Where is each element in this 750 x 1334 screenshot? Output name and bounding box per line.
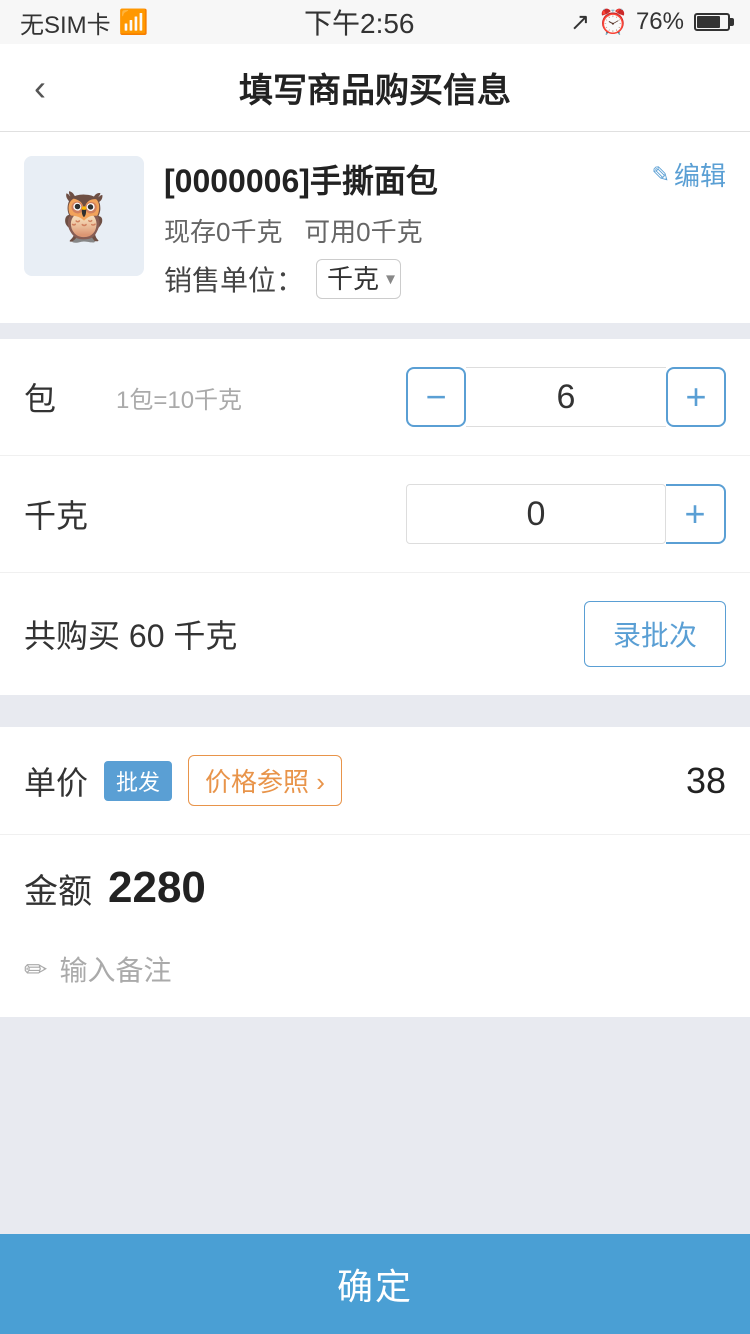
product-name: [0000006]手撕面包 [164, 156, 726, 202]
unit-select[interactable]: 千克 [316, 259, 401, 299]
carrier-label: 无SIM卡 [20, 5, 111, 40]
kg-input[interactable] [406, 484, 666, 544]
kg-label: 千克 [24, 491, 104, 537]
edit-link[interactable]: ✎ 编辑 [652, 156, 726, 193]
product-unit-row: 销售单位： 千克 [164, 259, 726, 299]
alarm-icon: ⏰ [598, 8, 628, 37]
package-input[interactable] [466, 367, 666, 427]
remark-placeholder: 输入备注 [59, 949, 171, 989]
price-label: 单价 [24, 758, 88, 804]
page-title: 填写商品购买信息 [239, 63, 511, 112]
stock-current: 现存0千克 [164, 217, 282, 247]
product-image: 🦉 [24, 156, 144, 276]
package-decrement-button[interactable]: − [406, 367, 466, 427]
product-section: 🦉 [0000006]手撕面包 现存0千克 可用0千克 销售单位： 千克 ✎ 编… [0, 132, 750, 323]
kg-stepper: + [406, 484, 726, 544]
amount-row: 金额 2280 [24, 863, 726, 913]
price-value: 38 [686, 760, 726, 802]
edit-icon: ✎ [652, 162, 670, 188]
package-row: 包 1包=10千克 − + [0, 339, 750, 456]
kg-row: 千克 + [0, 456, 750, 573]
price-row: 单价 批发 价格参照 › 38 [24, 755, 726, 806]
remark-pencil-icon: ✏ [24, 953, 47, 986]
status-time: 下午2:56 [304, 2, 415, 42]
price-tag: 批发 [104, 761, 172, 801]
wifi-icon: 📶 [119, 8, 149, 37]
batch-button[interactable]: 录批次 [584, 601, 726, 667]
unit-label: 销售单位： [164, 259, 304, 299]
unit-select-wrapper[interactable]: 千克 [316, 259, 401, 299]
location-icon: ↗ [570, 8, 590, 37]
battery-icon [694, 13, 730, 31]
kg-increment-button[interactable]: + [666, 484, 726, 544]
price-section: 单价 批发 价格参照 › 38 [0, 727, 750, 835]
divider-1 [0, 323, 750, 339]
status-left: 无SIM卡 📶 [20, 5, 149, 40]
package-increment-button[interactable]: + [666, 367, 726, 427]
product-info: [0000006]手撕面包 现存0千克 可用0千克 销售单位： 千克 [164, 156, 726, 299]
edit-label: 编辑 [674, 156, 726, 193]
nav-bar: ‹ 填写商品购买信息 [0, 44, 750, 132]
remark-row[interactable]: ✏ 输入备注 [24, 933, 726, 1017]
status-bar: 无SIM卡 📶 下午2:56 ↗ ⏰ 76% [0, 0, 750, 44]
status-right: ↗ ⏰ 76% [570, 8, 730, 37]
product-stock: 现存0千克 可用0千克 [164, 212, 726, 249]
package-stepper: − + [406, 367, 726, 427]
total-label: 共购买 60 千克 [24, 611, 584, 657]
package-sublabel: 1包=10千克 [116, 380, 406, 415]
input-section: 包 1包=10千克 − + 千克 + [0, 339, 750, 573]
total-row: 共购买 60 千克 录批次 [0, 573, 750, 695]
battery-percentage: 76% [636, 8, 684, 36]
product-logo-icon: 🦉 [54, 188, 114, 245]
amount-label: 金额 [24, 864, 92, 913]
price-ref-button[interactable]: 价格参照 › [188, 755, 342, 806]
amount-section: 金额 2280 ✏ 输入备注 [0, 835, 750, 1017]
back-button[interactable]: ‹ [24, 57, 56, 119]
stock-available: 可用0千克 [304, 217, 422, 247]
confirm-button[interactable]: 确定 [0, 1234, 750, 1334]
divider-2 [0, 695, 750, 711]
package-label: 包 [24, 374, 104, 420]
amount-value: 2280 [108, 863, 206, 913]
